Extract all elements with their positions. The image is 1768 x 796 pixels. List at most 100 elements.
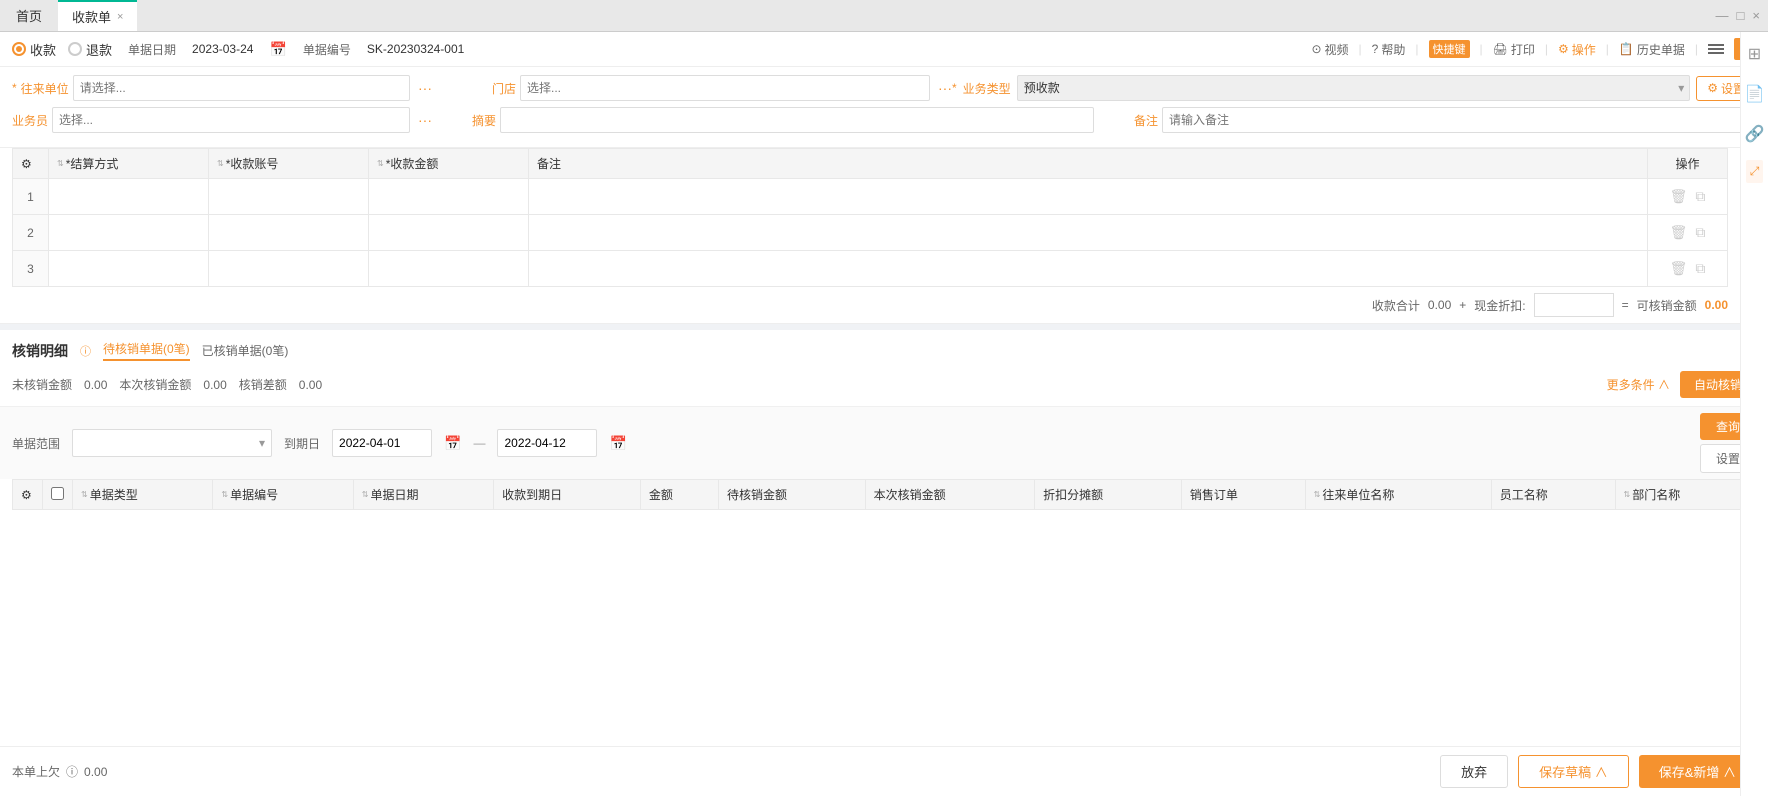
sidebar-doc-icon[interactable]: 📄 [1741,80,1768,108]
discount-input[interactable] [1534,293,1614,317]
due-date-to-input[interactable] [497,429,597,457]
business-type-select[interactable]: 预收款 [1017,75,1691,101]
range-dropdown[interactable]: ▾ [72,429,272,457]
store-input[interactable] [520,75,930,101]
menu-icon[interactable] [1708,44,1724,54]
tab-verified[interactable]: 已核销单据(0笔) [202,342,289,359]
due-date-from-input[interactable] [332,429,432,457]
radio-receipt[interactable]: 收款 [12,40,56,59]
payment-type-radio: 收款 退款 [12,40,112,59]
toolbar-print[interactable]: 🖨 打印 [1493,41,1535,58]
cal-to-icon[interactable]: 📅 [609,435,626,452]
tab-close-icon[interactable]: × [117,11,123,23]
abandon-button[interactable]: 放弃 [1440,755,1508,788]
row-ops-1: 🗑 ⧉ [1656,188,1719,205]
equal-label: = [1622,298,1629,312]
store-more-icon[interactable]: ··· [938,80,952,96]
diff-value: 0.00 [299,378,322,392]
filter-row: 单据范围 ▾ 到期日 📅 — 📅 查询 设置 [0,406,1768,479]
save-draft-button[interactable]: 保存草稿 ∧ [1518,755,1629,788]
tab-home[interactable]: 首页 [0,0,58,31]
store-label: 门店 [492,80,516,97]
main-wrap: 收款 退款 单据日期 2023-03-24 📅 单据编号 SK-20230324… [0,32,1768,796]
store-field: 门店 ··· [492,75,952,101]
th-remark: 备注 [529,149,1648,179]
date-label: 单据日期 [128,41,176,58]
form-row-2: 业务员 ··· 摘要 备注 [12,107,1756,133]
doc-label: 单据编号 [303,41,351,58]
range-arrow-icon: ▾ [259,436,265,450]
order-info-icon[interactable]: ⓘ [66,763,78,780]
tab-pending[interactable]: 待核销单据(0笔) [103,340,190,361]
cal-from-icon[interactable]: 📅 [444,435,461,452]
due-date-label: 到期日 [284,435,320,452]
staff-label: 业务员 [12,112,48,129]
th-amount-col: 金额 [640,480,718,510]
toolbar-help[interactable]: ? 帮助 [1372,41,1406,58]
total-value: 0.00 [1428,298,1451,312]
table-row: 3 🗑 ⧉ [13,251,1728,287]
staff-input[interactable] [52,107,410,133]
footer-right: 放弃 保存草稿 ∧ 保存&新增 ∧ [1440,755,1756,788]
gear-icon-2[interactable]: ⚙ [21,488,32,502]
summary-input[interactable] [500,107,1094,133]
th-account: ⇅ *收款账号 [209,149,369,179]
table-row: 1 🗑 ⧉ [13,179,1728,215]
unverified-label: 未核销金额 [12,376,72,393]
delete-btn-1[interactable]: 🗑 [1670,188,1688,205]
sidebar-expand-icon[interactable]: ⤢ [1746,160,1764,183]
sidebar-link-icon[interactable]: 🔗 [1741,120,1768,148]
th-checkbox [43,480,73,510]
toolbar-video[interactable]: ⊙ 视频 [1311,41,1348,58]
order-label: 本单上欠 [12,763,60,780]
summary-label: 摘要 [472,112,496,129]
counterparty-input[interactable] [73,75,410,101]
th-settlement: ⇅ *结算方式 [49,149,209,179]
select-all-checkbox[interactable] [51,487,64,500]
section-title: 核销明细 [12,341,68,361]
th-gear[interactable]: ⚙ [13,149,49,179]
delete-btn-3[interactable]: 🗑 [1670,260,1688,277]
receipt-table: ⚙ ⇅ *结算方式 ⇅ *收款账号 [12,148,1728,287]
form-row-1: * 往来单位 ··· 门店 ··· * 业务类型 预收款 ▾ [12,75,1756,101]
radio-refund[interactable]: 退款 [68,40,112,59]
total-label: 收款合计 [1372,297,1420,314]
th-sales-order: 销售订单 [1181,480,1305,510]
footer: 本单上欠 ⓘ 0.00 放弃 保存草稿 ∧ 保存&新增 ∧ [0,746,1768,796]
footer-left: 本单上欠 ⓘ 0.00 [12,763,107,780]
section-info-icon[interactable]: ⓘ [80,343,91,359]
tab-active[interactable]: 收款单 × [58,0,137,31]
th-ops: 操作 [1648,149,1728,179]
calendar-icon[interactable]: 📅 [269,41,286,58]
delete-btn-2[interactable]: 🗑 [1670,224,1688,241]
staff-more-icon[interactable]: ··· [418,112,432,128]
toolbar-history[interactable]: 📋 历史单据 [1619,41,1685,58]
th-doc-no: ⇅ 单据编号 [213,480,353,510]
counterparty-field: * 往来单位 ··· [12,75,432,101]
row-ops-2: 🗑 ⧉ [1656,224,1719,241]
more-conditions[interactable]: 更多条件 ∧ [1607,376,1670,393]
counterparty-more-icon[interactable]: ··· [418,80,432,96]
row-ops-3: 🗑 ⧉ [1656,260,1719,277]
business-type-label: 业务类型 [963,80,1011,97]
toolbar-right: ⊙ 视频 | ? 帮助 | 快捷键 | 🖨 打印 | ⚙ 操作 | [1311,38,1756,60]
copy-btn-3[interactable]: ⧉ [1695,260,1705,277]
plus-label: + [1459,298,1466,312]
th-amount: ⇅ *收款金额 [369,149,529,179]
window-controls[interactable]: — □ × [1716,8,1768,23]
current-value: 0.00 [203,378,226,392]
save-new-button[interactable]: 保存&新增 ∧ [1639,755,1756,788]
sidebar-table-icon[interactable]: ⊞ [1744,40,1765,68]
th-current-verify: 本次核销金额 [865,480,1035,510]
toolbar-shortcut[interactable]: 快捷键 [1429,40,1470,58]
business-type-select-wrap: 预收款 ▾ [1017,75,1691,101]
copy-btn-1[interactable]: ⧉ [1695,188,1705,205]
toolbar-operation[interactable]: ⚙ 操作 [1558,41,1596,58]
remark-input[interactable] [1162,107,1756,133]
stats-row: 未核销金额 0.00 本次核销金额 0.00 核销差额 0.00 更多条件 ∧ … [0,367,1768,406]
copy-btn-2[interactable]: ⧉ [1695,224,1705,241]
summary-field: 摘要 [472,107,1094,133]
table-row: 2 🗑 ⧉ [13,215,1728,251]
remark-label: 备注 [1134,112,1158,129]
form-area: * 往来单位 ··· 门店 ··· * 业务类型 预收款 ▾ [0,67,1768,148]
